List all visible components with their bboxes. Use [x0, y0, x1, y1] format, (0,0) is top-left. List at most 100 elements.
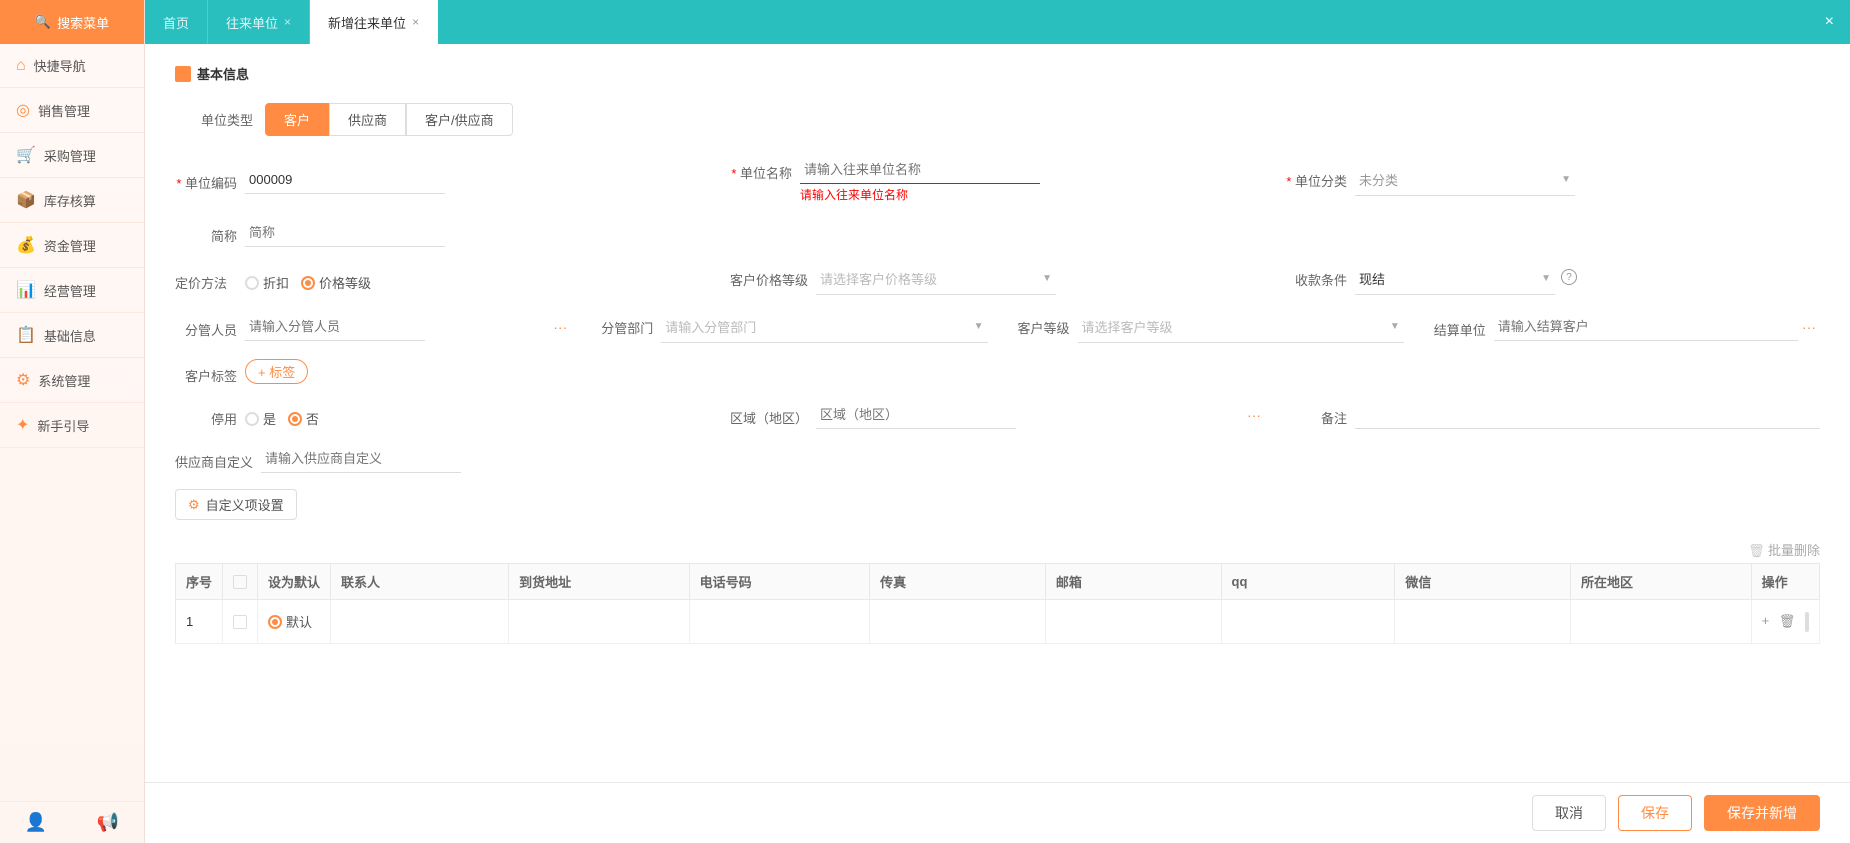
region-input[interactable]	[816, 401, 1016, 429]
row-fax-input[interactable]	[880, 608, 1035, 635]
batch-delete-icon: 🗑	[1748, 543, 1765, 558]
form-row-4: 分管人员 ··· 分管部门 请输入分管部门 ▼ 客户等级 请选择客户等级 ▼	[175, 311, 1820, 343]
row-phone[interactable]	[689, 600, 870, 644]
tab-new-partner-close[interactable]: ×	[412, 16, 419, 28]
row-wechat-input[interactable]	[1405, 608, 1560, 635]
disabled-radio-no[interactable]: 否	[288, 409, 319, 428]
row-address[interactable]	[509, 600, 690, 644]
payment-terms-select[interactable]: 现结 ▼	[1355, 263, 1555, 295]
add-tag-button[interactable]: + 标签	[245, 359, 308, 384]
unit-name-input[interactable]	[800, 156, 1040, 184]
row-address-input[interactable]	[519, 608, 679, 635]
custom-settings-button[interactable]: ⚙ 自定义项设置	[175, 489, 297, 520]
department-select[interactable]: 请输入分管部门 ▼	[661, 311, 987, 343]
unit-name-wrapper: 请输入往来单位名称	[800, 156, 1265, 203]
sidebar-item-inventory[interactable]: 📦 库存核算	[0, 178, 144, 223]
settlement-unit-input[interactable]	[1494, 313, 1798, 341]
unit-category-select[interactable]: 未分类 ▼	[1355, 164, 1575, 196]
supplier-custom-input[interactable]	[261, 445, 461, 473]
unit-type-both[interactable]: 客户/供应商	[406, 103, 513, 136]
select-all-checkbox[interactable]	[233, 575, 247, 589]
row-checkbox[interactable]	[233, 615, 247, 629]
row-default-radio[interactable]: 默认	[268, 612, 320, 631]
add-row-icon[interactable]: +	[1762, 613, 1770, 628]
disabled-radio-yes[interactable]: 是	[245, 409, 276, 428]
tab-partner-close[interactable]: ×	[284, 16, 291, 28]
col-phone: 电话号码	[689, 564, 870, 600]
row-scrollbar	[1805, 612, 1809, 632]
unit-code-wrapper	[245, 166, 710, 194]
region-wrapper	[816, 401, 1243, 429]
remark-wrapper	[1355, 401, 1820, 429]
batch-delete-label[interactable]: 批量删除	[1768, 543, 1820, 558]
footer: 取消 保存 保存并新增	[145, 782, 1850, 843]
sidebar-search[interactable]: 🔍 搜索菜单	[0, 0, 144, 44]
short-name-input[interactable]	[245, 219, 445, 247]
department-col: 分管部门 请输入分管部门 ▼	[591, 311, 987, 343]
short-name-wrapper	[245, 219, 710, 247]
unit-type-customer[interactable]: 客户	[265, 103, 329, 136]
sidebar-bottom-btn-right[interactable]: 📢	[72, 802, 144, 843]
unit-type-supplier[interactable]: 供应商	[329, 103, 406, 136]
basic-icon: 📋	[16, 325, 36, 345]
settlement-unit-ellipsis[interactable]: ···	[1798, 313, 1820, 341]
unit-type-row: 单位类型 客户 供应商 客户/供应商	[175, 103, 1820, 136]
sidebar-item-system[interactable]: ⚙ 系统管理	[0, 358, 144, 403]
manager-input[interactable]	[245, 313, 425, 341]
tab-partner[interactable]: 往来单位 ×	[208, 0, 310, 44]
sidebar-item-quick-nav[interactable]: ⌂ 快捷导航	[0, 44, 144, 88]
payment-terms-label: 收款条件	[1285, 263, 1355, 289]
payment-terms-help-icon[interactable]: ?	[1561, 269, 1577, 285]
row-fax[interactable]	[870, 600, 1046, 644]
save-new-button[interactable]: 保存并新增	[1704, 795, 1820, 831]
save-button[interactable]: 保存	[1618, 795, 1692, 831]
disabled-radio-group: 是 否	[245, 402, 319, 428]
row-contact-input[interactable]	[341, 608, 498, 635]
row-region-cell[interactable]	[1571, 600, 1752, 644]
col-checkbox-header	[223, 564, 258, 600]
system-icon: ⚙	[16, 370, 30, 390]
disabled-yes-label: 是	[263, 409, 276, 428]
pricing-radio-group: 折扣 价格等级	[245, 266, 371, 292]
sidebar-item-finance[interactable]: 💰 资金管理	[0, 223, 144, 268]
customer-level-select[interactable]: 请选择客户等级 ▼	[1078, 311, 1404, 343]
pricing-radio-discount[interactable]: 折扣	[245, 273, 289, 292]
cancel-button[interactable]: 取消	[1532, 795, 1606, 831]
row-contact[interactable]	[331, 600, 509, 644]
customer-level-col: 客户等级 请选择客户等级 ▼	[1008, 311, 1404, 343]
tab-new-partner[interactable]: 新增往来单位 ×	[310, 0, 438, 44]
row-qq[interactable]	[1221, 600, 1395, 644]
sidebar-item-sales[interactable]: ◎ 销售管理	[0, 88, 144, 133]
pricing-radio-price-level[interactable]: 价格等级	[301, 273, 371, 292]
main-area: 首页 往来单位 × 新增往来单位 × × 基本信息 单位类型 客户 供应商 客户…	[145, 0, 1850, 843]
row-phone-input[interactable]	[700, 608, 860, 635]
tab-bar-close[interactable]: ×	[1825, 13, 1834, 31]
customer-price-level-select[interactable]: 请选择客户价格等级 ▼	[816, 263, 1056, 295]
region-ellipsis[interactable]: ···	[1243, 401, 1265, 429]
unit-name-label: 单位名称	[730, 156, 800, 182]
unit-category-value: 未分类	[1359, 170, 1398, 189]
sidebar-item-purchase[interactable]: 🛒 采购管理	[0, 133, 144, 178]
remark-input[interactable]	[1355, 401, 1820, 429]
delete-row-icon[interactable]: 🗑	[1779, 613, 1796, 628]
manager-label: 分管人员	[175, 313, 245, 339]
row-wechat[interactable]	[1395, 600, 1571, 644]
row-email-input[interactable]	[1056, 608, 1211, 635]
batch-delete-row: 🗑 批量删除	[175, 540, 1820, 559]
manager-ellipsis[interactable]: ···	[549, 313, 571, 341]
sidebar-item-operations[interactable]: 📊 经营管理	[0, 268, 144, 313]
form-row-1: 单位编码 单位名称 请输入往来单位名称 单位分类 未分类 ▼	[175, 156, 1820, 203]
row-qq-input[interactable]	[1232, 608, 1385, 635]
row-region-input[interactable]	[1581, 608, 1741, 635]
sidebar-item-basic[interactable]: 📋 基础信息	[0, 313, 144, 358]
unit-code-input[interactable]	[245, 166, 445, 194]
pricing-price-level-label: 价格等级	[319, 273, 371, 292]
row-email[interactable]	[1045, 600, 1221, 644]
tab-home[interactable]: 首页	[145, 0, 208, 44]
region-label: 区域（地区）	[730, 401, 816, 427]
guide-icon: ✦	[16, 415, 29, 435]
row-seq: 1	[176, 600, 223, 644]
sidebar-item-guide[interactable]: ✦ 新手引导	[0, 403, 144, 448]
sidebar-bottom-btn-left[interactable]: 👤	[0, 802, 72, 843]
manager-col: 分管人员 ···	[175, 313, 571, 341]
